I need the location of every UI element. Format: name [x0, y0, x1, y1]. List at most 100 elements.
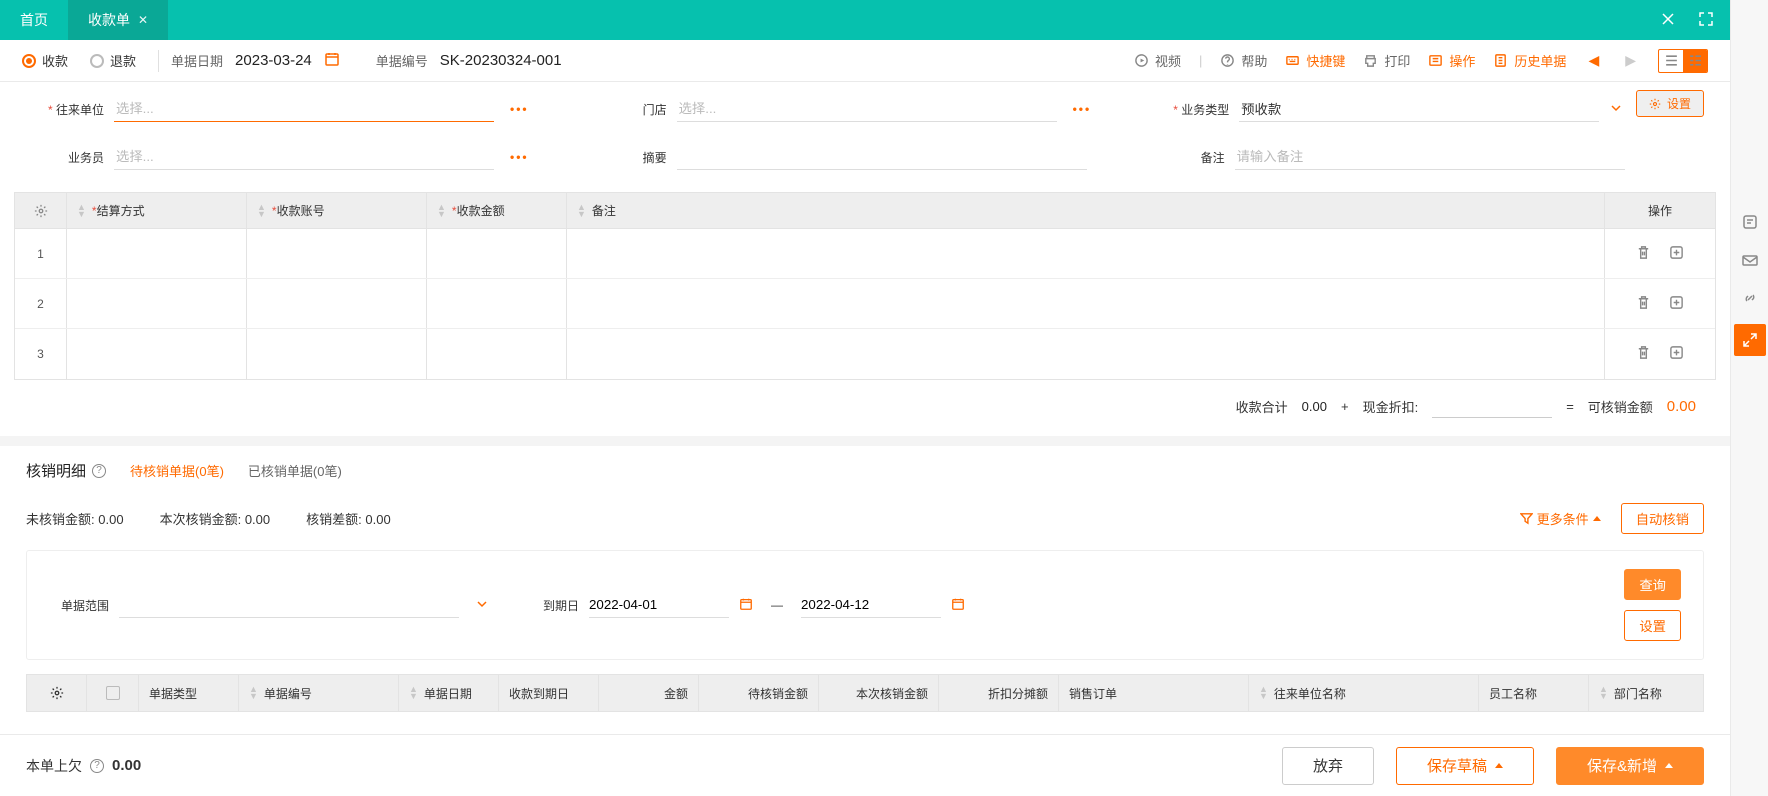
auto-verify-button[interactable]: 自动核销	[1621, 503, 1704, 534]
save-and-new-button[interactable]: 保存&新增	[1556, 747, 1704, 785]
doc-date-value[interactable]: 2023-03-24	[235, 52, 312, 69]
delete-row-icon[interactable]	[1636, 345, 1651, 363]
remark-input[interactable]	[1235, 144, 1625, 170]
cell-ops	[1605, 229, 1715, 278]
add-row-icon[interactable]	[1669, 295, 1684, 313]
cell-account[interactable]	[247, 279, 427, 328]
col-department[interactable]: ▲▼部门名称	[1589, 675, 1703, 711]
grid-row[interactable]: 1	[15, 229, 1715, 279]
store-input[interactable]	[677, 96, 1057, 122]
col-order-label: 销售订单	[1069, 685, 1117, 702]
side-note-icon[interactable]	[1738, 210, 1762, 234]
select-all-checkbox[interactable]	[87, 675, 139, 711]
tab-done[interactable]: 已核销单据(0笔)	[248, 461, 342, 480]
cell-account[interactable]	[247, 329, 427, 379]
cell-amount[interactable]	[427, 329, 567, 379]
add-row-icon[interactable]	[1669, 345, 1684, 363]
help-button[interactable]: 帮助	[1220, 51, 1267, 70]
help-icon[interactable]: ?	[92, 464, 106, 478]
filter-settings-button[interactable]: 设置	[1624, 610, 1681, 641]
add-row-icon[interactable]	[1669, 245, 1684, 263]
window-close-icon[interactable]	[1660, 11, 1676, 30]
salesman-picker-icon[interactable]: •••	[510, 150, 529, 164]
date-to-input[interactable]	[801, 592, 941, 618]
cell-remark[interactable]	[567, 279, 1605, 328]
cell-settle[interactable]	[67, 279, 247, 328]
tab-pending[interactable]: 待核销单据(0笔)	[130, 461, 224, 480]
fullscreen-icon[interactable]	[1698, 11, 1714, 30]
col-amount[interactable]: ▲▼*收款金额	[427, 193, 567, 228]
cell-amount[interactable]	[427, 279, 567, 328]
date-from-input[interactable]	[589, 592, 729, 618]
calendar-icon[interactable]	[739, 597, 753, 614]
search-button[interactable]: 查询	[1624, 569, 1681, 600]
grid-settings-icon[interactable]	[15, 193, 67, 228]
chevron-down-icon[interactable]	[1609, 101, 1623, 118]
cell-remark[interactable]	[567, 329, 1605, 379]
salesman-input[interactable]	[114, 144, 494, 170]
discount-label: 现金折扣:	[1363, 397, 1419, 416]
video-button[interactable]: 视频	[1134, 51, 1181, 70]
side-mail-icon[interactable]	[1738, 248, 1762, 272]
print-button[interactable]: 打印	[1363, 51, 1410, 70]
salesman-label: 业务员	[26, 149, 104, 166]
doc-range-input[interactable]	[119, 592, 459, 618]
view-list-icon[interactable]	[1659, 50, 1683, 72]
view-detail-icon[interactable]	[1683, 50, 1707, 72]
col-doc-no[interactable]: ▲▼单据编号	[239, 675, 399, 711]
tab-home[interactable]: 首页	[0, 0, 68, 40]
cell-account[interactable]	[247, 229, 427, 278]
col-discount-alloc[interactable]: 折扣分摊额	[939, 675, 1059, 711]
col-doc-date[interactable]: ▲▼单据日期	[399, 675, 499, 711]
col-this-verify[interactable]: 本次核销金额	[819, 675, 939, 711]
partner-input[interactable]	[114, 96, 494, 122]
more-conditions-toggle[interactable]: 更多条件	[1520, 509, 1601, 528]
col-employee[interactable]: 员工名称	[1479, 675, 1589, 711]
footer-bar: 本单上欠 ? 0.00 放弃 保存草稿 保存&新增	[0, 734, 1730, 796]
side-link-icon[interactable]	[1738, 286, 1762, 310]
col-due-date[interactable]: 收款到期日	[499, 675, 599, 711]
col-sales-order[interactable]: 销售订单	[1059, 675, 1249, 711]
tab-receipt[interactable]: 收款单 ✕	[68, 0, 168, 40]
col-doc-type[interactable]: 单据类型	[139, 675, 239, 711]
close-icon[interactable]: ✕	[138, 13, 148, 27]
shortcut-button[interactable]: 快捷键	[1285, 51, 1345, 70]
chevron-down-icon[interactable]	[475, 597, 489, 614]
digest-input[interactable]	[677, 144, 1087, 170]
cell-remark[interactable]	[567, 229, 1605, 278]
discount-input[interactable]	[1432, 394, 1552, 418]
more-cond-label: 更多条件	[1537, 509, 1589, 528]
col-remark[interactable]: ▲▼备注	[567, 193, 1605, 228]
next-doc-button[interactable]: ▶	[1621, 52, 1640, 69]
prev-doc-button[interactable]: ◀	[1584, 52, 1603, 69]
grid-row[interactable]: 2	[15, 279, 1715, 329]
cell-settle[interactable]	[67, 329, 247, 379]
col-partner-name[interactable]: ▲▼往来单位名称	[1249, 675, 1479, 711]
col-account[interactable]: ▲▼*收款账号	[247, 193, 427, 228]
radio-receive[interactable]: 收款	[22, 51, 68, 70]
side-expand-icon[interactable]	[1734, 324, 1766, 356]
form-settings-button[interactable]: 设置	[1636, 90, 1704, 117]
print-label: 打印	[1384, 51, 1410, 70]
abandon-button[interactable]: 放弃	[1282, 747, 1374, 785]
cell-amount[interactable]	[427, 229, 567, 278]
delete-row-icon[interactable]	[1636, 245, 1651, 263]
col-settle-method[interactable]: ▲▼*结算方式	[67, 193, 247, 228]
col-amount2[interactable]: 金额	[599, 675, 699, 711]
calendar-icon[interactable]	[324, 51, 340, 70]
radio-refund[interactable]: 退款	[90, 51, 136, 70]
grid2-settings-icon[interactable]	[27, 675, 87, 711]
cell-settle[interactable]	[67, 229, 247, 278]
store-picker-icon[interactable]: •••	[1073, 102, 1092, 116]
operate-button[interactable]: 操作	[1428, 51, 1475, 70]
save-draft-button[interactable]: 保存草稿	[1396, 747, 1534, 785]
owe-value: 0.00	[112, 757, 141, 774]
partner-picker-icon[interactable]: •••	[510, 102, 529, 116]
col-pending-amount[interactable]: 待核销金额	[699, 675, 819, 711]
grid-row[interactable]: 3	[15, 329, 1715, 379]
biztype-input[interactable]	[1239, 96, 1599, 122]
calendar-icon[interactable]	[951, 597, 965, 614]
help-icon[interactable]: ?	[90, 759, 104, 773]
history-button[interactable]: 历史单据	[1493, 51, 1566, 70]
delete-row-icon[interactable]	[1636, 295, 1651, 313]
